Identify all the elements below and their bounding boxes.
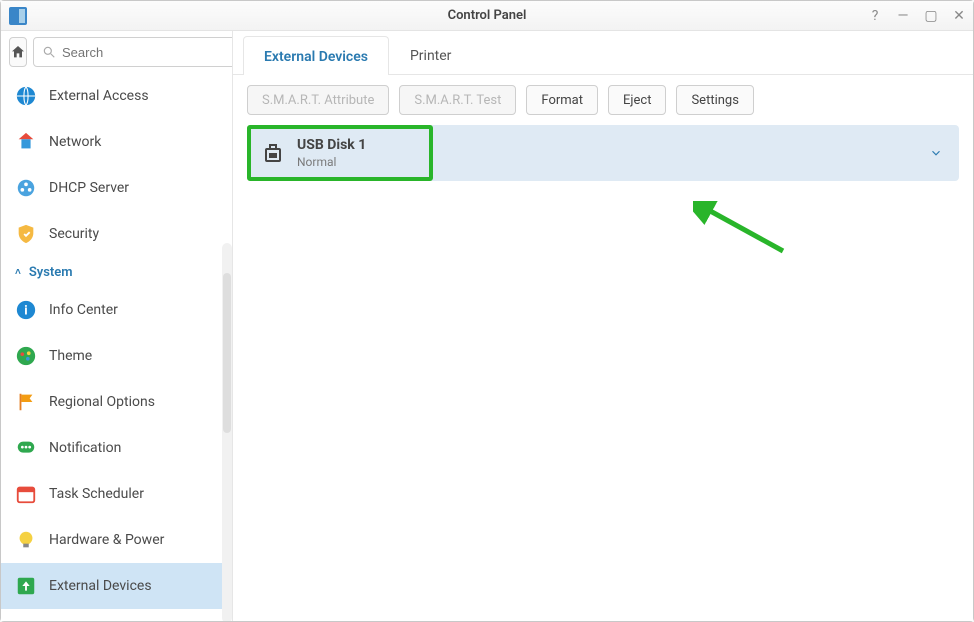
sidebar-nav: External Access Network DHCP Server [1,73,232,621]
info-icon: i [15,299,37,321]
sidebar-item-regional-options[interactable]: Regional Options [1,379,232,425]
sidebar-item-label: Notification [49,440,121,456]
titlebar: Control Panel ? — ▢ ✕ [1,1,973,31]
sidebar-item-label: Task Scheduler [49,486,144,502]
help-icon[interactable]: ? [867,8,883,24]
usb-drive-icon [261,141,285,165]
tab-bar: External Devices Printer [233,31,973,75]
calendar-icon [15,483,37,505]
device-info: USB Disk 1 Normal [297,137,366,169]
device-status: Normal [297,155,366,169]
bulb-icon [15,529,37,551]
sidebar-item-external-access[interactable]: External Access [1,73,232,119]
sidebar-item-label: External Access [49,88,149,104]
search-box[interactable] [33,37,233,67]
window-controls: ? — ▢ ✕ [867,1,967,31]
tab-label: External Devices [264,49,368,65]
flag-icon [15,391,37,413]
sidebar-scrollbar[interactable] [222,243,232,621]
toolbar: S.M.A.R.T. Attribute S.M.A.R.T. Test For… [233,75,973,125]
format-button[interactable]: Format [526,85,598,115]
sidebar-item-network[interactable]: Network [1,119,232,165]
sidebar-item-label: Hardware & Power [49,532,164,548]
home-button[interactable] [9,37,27,67]
chat-icon [15,437,37,459]
svg-text:i: i [24,304,27,319]
sidebar-item-label: Theme [49,348,92,364]
sidebar-item-label: Network [49,134,101,150]
sidebar-item-label: DHCP Server [49,180,129,196]
smart-attribute-button[interactable]: S.M.A.R.T. Attribute [247,85,389,115]
search-icon [42,45,56,59]
device-highlight: USB Disk 1 Normal [247,125,433,181]
sidebar-item-notification[interactable]: Notification [1,425,232,471]
section-label: System [29,265,73,280]
palette-icon [15,345,37,367]
sidebar-item-label: Security [49,226,99,242]
sidebar-item-theme[interactable]: Theme [1,333,232,379]
sidebar-item-security[interactable]: Security [1,211,232,257]
shield-icon [15,223,37,245]
sidebar-item-label: External Devices [49,578,152,594]
section-system[interactable]: ˄ System [1,257,232,287]
globe-icon [15,85,37,107]
network-icon [15,131,37,153]
device-name: USB Disk 1 [297,137,366,153]
maximize-icon[interactable]: ▢ [923,8,939,24]
sidebar-item-info-center[interactable]: i Info Center [1,287,232,333]
control-panel-window: Control Panel ? — ▢ ✕ [0,0,974,622]
tab-printer[interactable]: Printer [389,35,472,74]
sidebar-item-external-devices[interactable]: External Devices [1,563,232,609]
chevron-down-icon[interactable] [929,146,943,160]
sidebar-item-hardware-power[interactable]: Hardware & Power [1,517,232,563]
dhcp-icon [15,177,37,199]
close-icon[interactable]: ✕ [951,8,967,24]
search-input[interactable] [62,45,233,60]
eject-button[interactable]: Eject [608,85,666,115]
sidebar-item-label: Regional Options [49,394,155,410]
main-panel: External Devices Printer S.M.A.R.T. Attr… [233,31,973,621]
minimize-icon[interactable]: — [895,8,911,24]
sidebar-item-dhcp-server[interactable]: DHCP Server [1,165,232,211]
home-icon [10,44,26,60]
sidebar: External Access Network DHCP Server [1,31,233,621]
sidebar-scroll-thumb[interactable] [223,273,231,433]
tab-external-devices[interactable]: External Devices [243,36,389,75]
annotation-arrow [693,201,793,261]
tab-label: Printer [410,48,451,64]
smart-test-button[interactable]: S.M.A.R.T. Test [399,85,516,115]
drive-upload-icon [15,575,37,597]
settings-button[interactable]: Settings [676,85,753,115]
chevron-up-icon: ˄ [15,267,21,278]
window-title: Control Panel [448,8,527,23]
sidebar-item-task-scheduler[interactable]: Task Scheduler [1,471,232,517]
sidebar-item-label: Info Center [49,302,118,318]
app-icon [9,7,27,25]
device-row[interactable]: USB Disk 1 Normal [247,125,959,181]
